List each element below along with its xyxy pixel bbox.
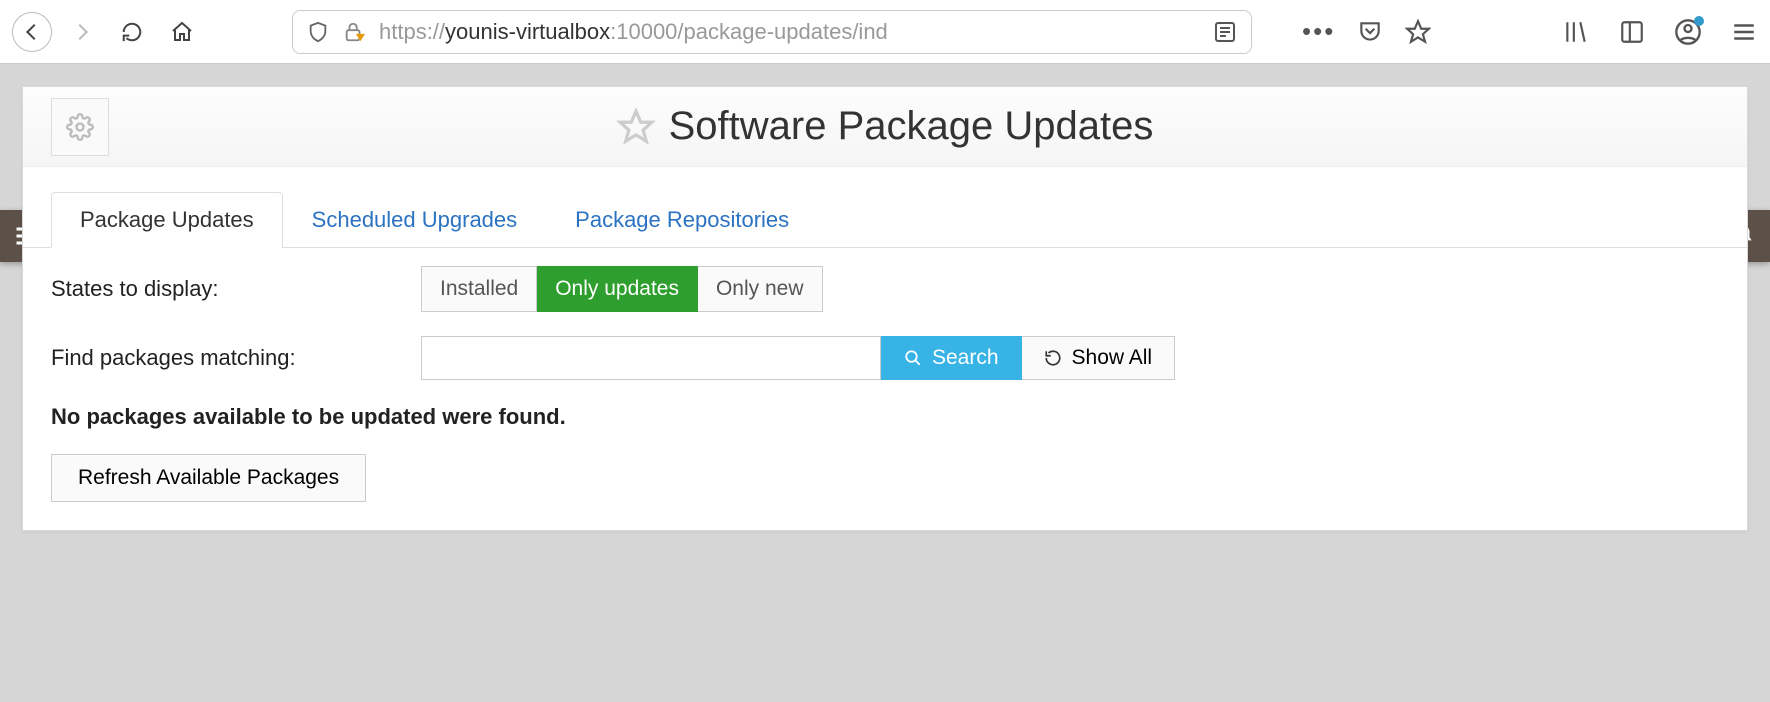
- menu-icon[interactable]: [1730, 18, 1758, 46]
- shield-icon: [307, 21, 329, 43]
- page-title: Software Package Updates: [669, 104, 1154, 149]
- module-settings-button[interactable]: [51, 98, 109, 156]
- reader-mode-icon[interactable]: [1213, 20, 1237, 44]
- url-text: https://younis-virtualbox:10000/package-…: [379, 19, 888, 45]
- account-icon[interactable]: [1674, 18, 1702, 46]
- tab-package-updates[interactable]: Package Updates: [51, 192, 283, 248]
- main-panel: Software Package Updates Package Updates…: [22, 86, 1748, 531]
- state-only-updates[interactable]: Only updates: [537, 266, 698, 312]
- pocket-icon[interactable]: [1357, 19, 1383, 45]
- panel-header: Software Package Updates: [23, 87, 1747, 167]
- meatballs-icon[interactable]: •••: [1302, 16, 1335, 47]
- search-input[interactable]: [421, 336, 881, 380]
- home-button[interactable]: [162, 12, 202, 52]
- back-button[interactable]: [12, 12, 52, 52]
- search-label: Find packages matching:: [51, 345, 421, 371]
- favorite-star-icon[interactable]: [617, 108, 655, 146]
- address-bar[interactable]: https://younis-virtualbox:10000/package-…: [292, 10, 1252, 54]
- forward-button[interactable]: [62, 12, 102, 52]
- tab-scheduled-upgrades[interactable]: Scheduled Upgrades: [283, 192, 546, 248]
- search-button[interactable]: Search: [881, 336, 1022, 380]
- reload-button[interactable]: [112, 12, 152, 52]
- empty-message: No packages available to be updated were…: [51, 404, 1719, 430]
- tabs-bar: Package Updates Scheduled Upgrades Packa…: [23, 167, 1747, 248]
- states-label: States to display:: [51, 276, 421, 302]
- search-icon: [904, 349, 922, 367]
- tab-package-repositories[interactable]: Package Repositories: [546, 192, 818, 248]
- state-only-new[interactable]: Only new: [698, 266, 823, 312]
- lock-warning-icon: [343, 21, 365, 43]
- history-icon: [1044, 349, 1062, 367]
- bookmark-star-icon[interactable]: [1405, 19, 1431, 45]
- show-all-button[interactable]: Show All: [1022, 336, 1176, 380]
- refresh-button[interactable]: Refresh Available Packages: [51, 454, 366, 502]
- library-icon[interactable]: [1562, 18, 1590, 46]
- sidebar-icon[interactable]: [1618, 18, 1646, 46]
- state-installed[interactable]: Installed: [421, 266, 537, 312]
- states-segmented: Installed Only updates Only new: [421, 266, 823, 312]
- browser-toolbar: https://younis-virtualbox:10000/package-…: [0, 0, 1770, 64]
